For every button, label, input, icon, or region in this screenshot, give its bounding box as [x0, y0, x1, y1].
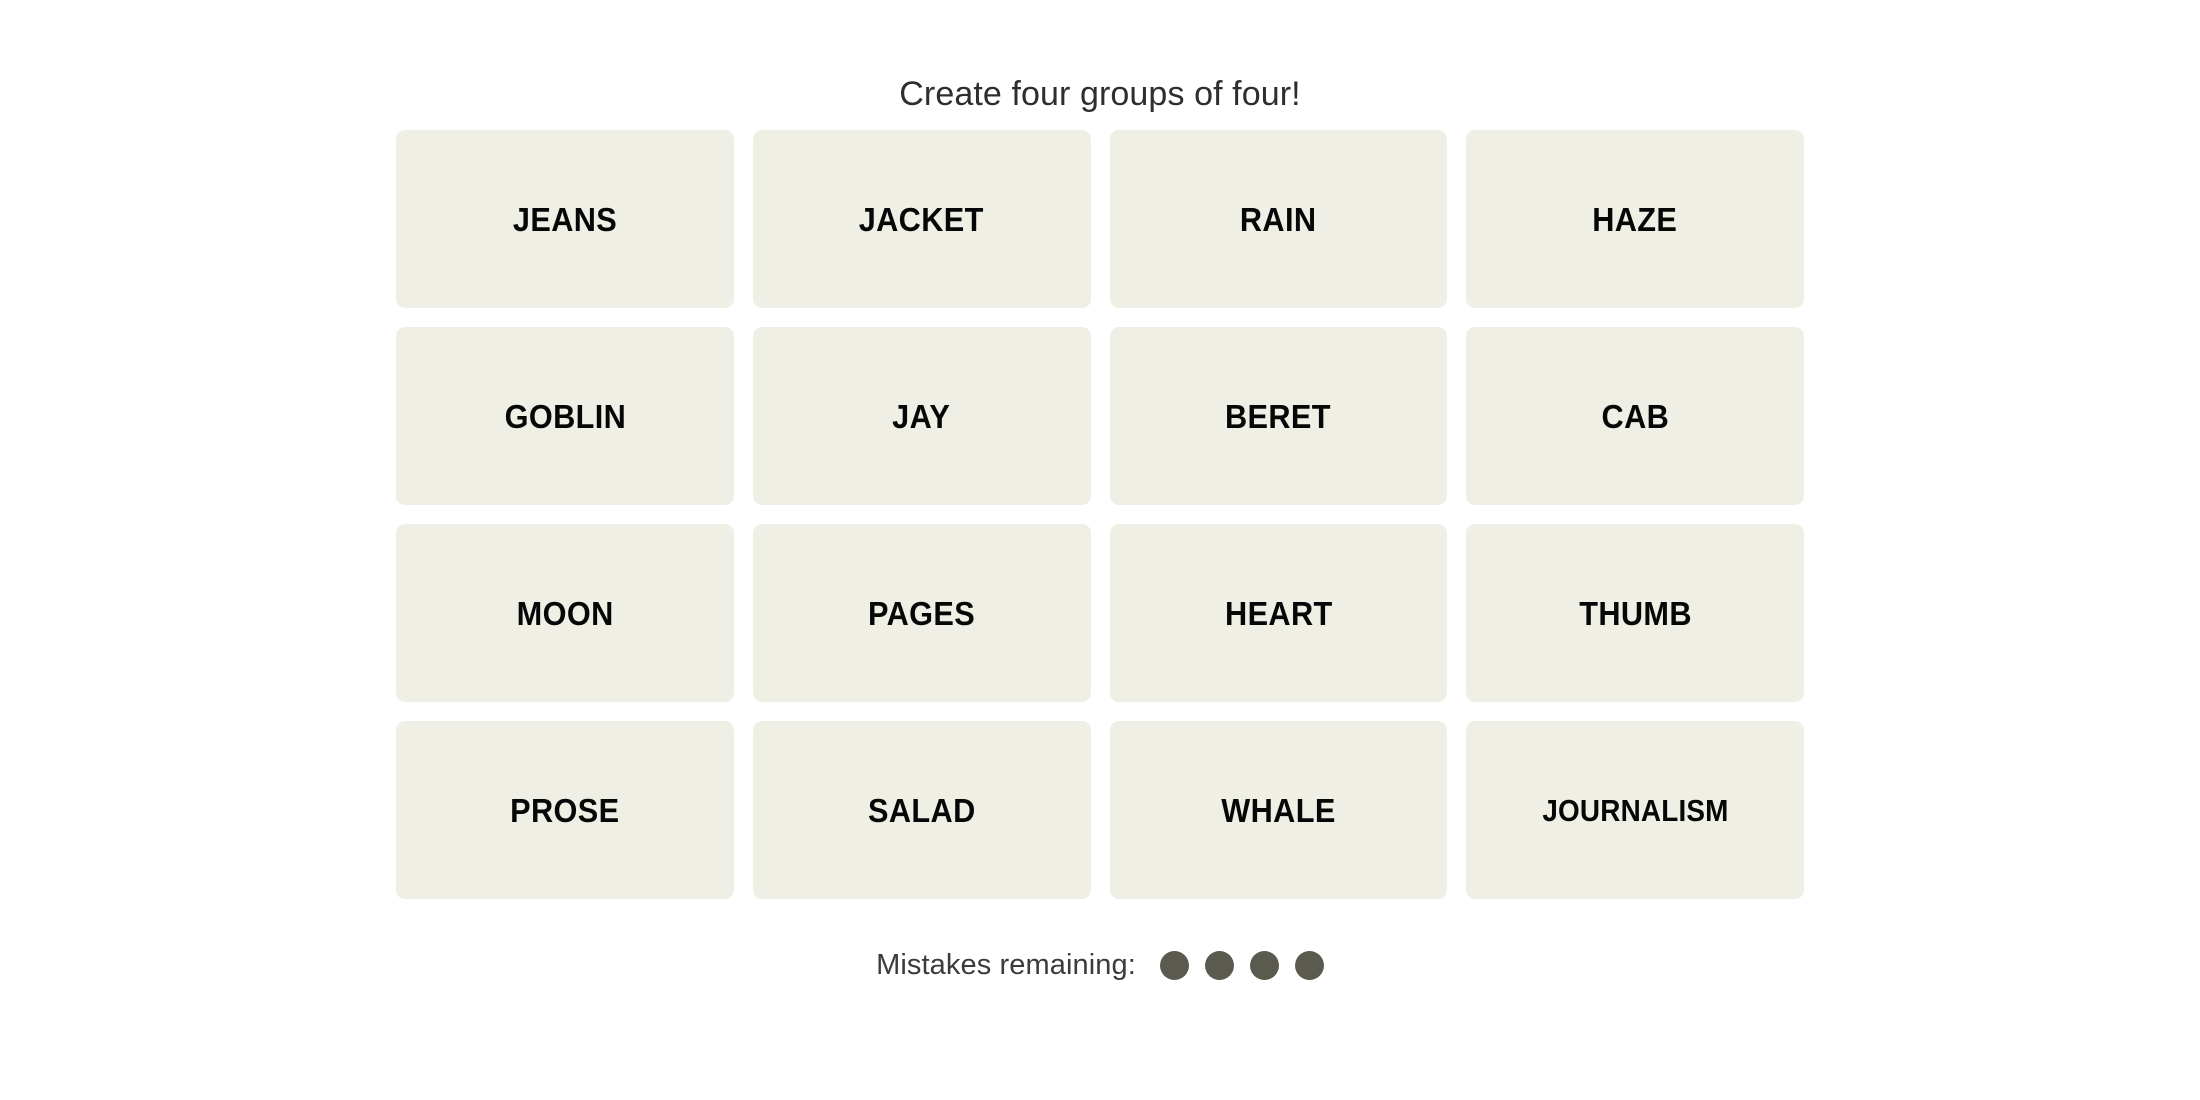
word-tile-label: HAZE [1592, 200, 1678, 238]
mistakes-remaining-row: Mistakes remaining: [876, 941, 1324, 989]
instruction-bar: Create four groups of four! [0, 0, 2200, 130]
mistakes-dot-group [1159, 950, 1324, 980]
mistakes-remaining-label: Mistakes remaining: [876, 948, 1136, 981]
word-tile[interactable]: WHALE [1109, 721, 1448, 899]
word-tile[interactable]: JAY [752, 327, 1091, 505]
word-tile-label: JEANS [512, 200, 617, 238]
word-tile-label: PAGES [868, 594, 976, 632]
word-tile-label: PROSE [510, 791, 620, 829]
word-tile-label: THUMB [1578, 594, 1692, 632]
word-tile-label: JAY [892, 397, 951, 435]
word-tile-label: GOBLIN [504, 397, 626, 435]
word-tile-label: JOURNALISM [1541, 792, 1729, 828]
board-wrapper: JEANS JACKET RAIN HAZE GOBLIN JAY BERET [396, 130, 1804, 989]
word-tile[interactable]: JACKET [752, 130, 1091, 308]
word-tile-label: WHALE [1221, 791, 1336, 829]
word-tile[interactable]: PAGES [752, 524, 1091, 702]
word-tile-label: MOON [516, 594, 614, 632]
mistake-dot [1249, 950, 1279, 980]
word-tile-label: CAB [1601, 397, 1669, 435]
mistake-dot [1159, 950, 1189, 980]
word-tile[interactable]: HAZE [1466, 130, 1804, 308]
instruction-text: Create four groups of four! [899, 74, 1301, 113]
word-tile[interactable]: HEART [1109, 524, 1448, 702]
word-tile[interactable]: JOURNALISM [1466, 721, 1804, 899]
mistake-dot [1204, 950, 1234, 980]
word-tile-label: RAIN [1240, 200, 1317, 238]
word-tile[interactable]: RAIN [1109, 130, 1448, 308]
word-tile-grid: JEANS JACKET RAIN HAZE GOBLIN JAY BERET [396, 130, 1804, 899]
word-tile-label: JACKET [859, 200, 985, 238]
word-tile-label: HEART [1224, 594, 1333, 632]
word-tile[interactable]: BERET [1109, 327, 1448, 505]
word-tile[interactable]: JEANS [396, 130, 734, 308]
word-tile[interactable]: THUMB [1466, 524, 1804, 702]
word-tile-label: BERET [1225, 397, 1332, 435]
word-tile[interactable]: CAB [1466, 327, 1804, 505]
word-tile[interactable]: PROSE [396, 721, 734, 899]
mistake-dot [1294, 950, 1324, 980]
connections-game: Create four groups of four! JEANS JACKET… [0, 0, 2200, 1100]
word-tile[interactable]: MOON [396, 524, 734, 702]
word-tile[interactable]: SALAD [752, 721, 1091, 899]
word-tile-label: SALAD [867, 791, 976, 829]
word-tile[interactable]: GOBLIN [396, 327, 734, 505]
